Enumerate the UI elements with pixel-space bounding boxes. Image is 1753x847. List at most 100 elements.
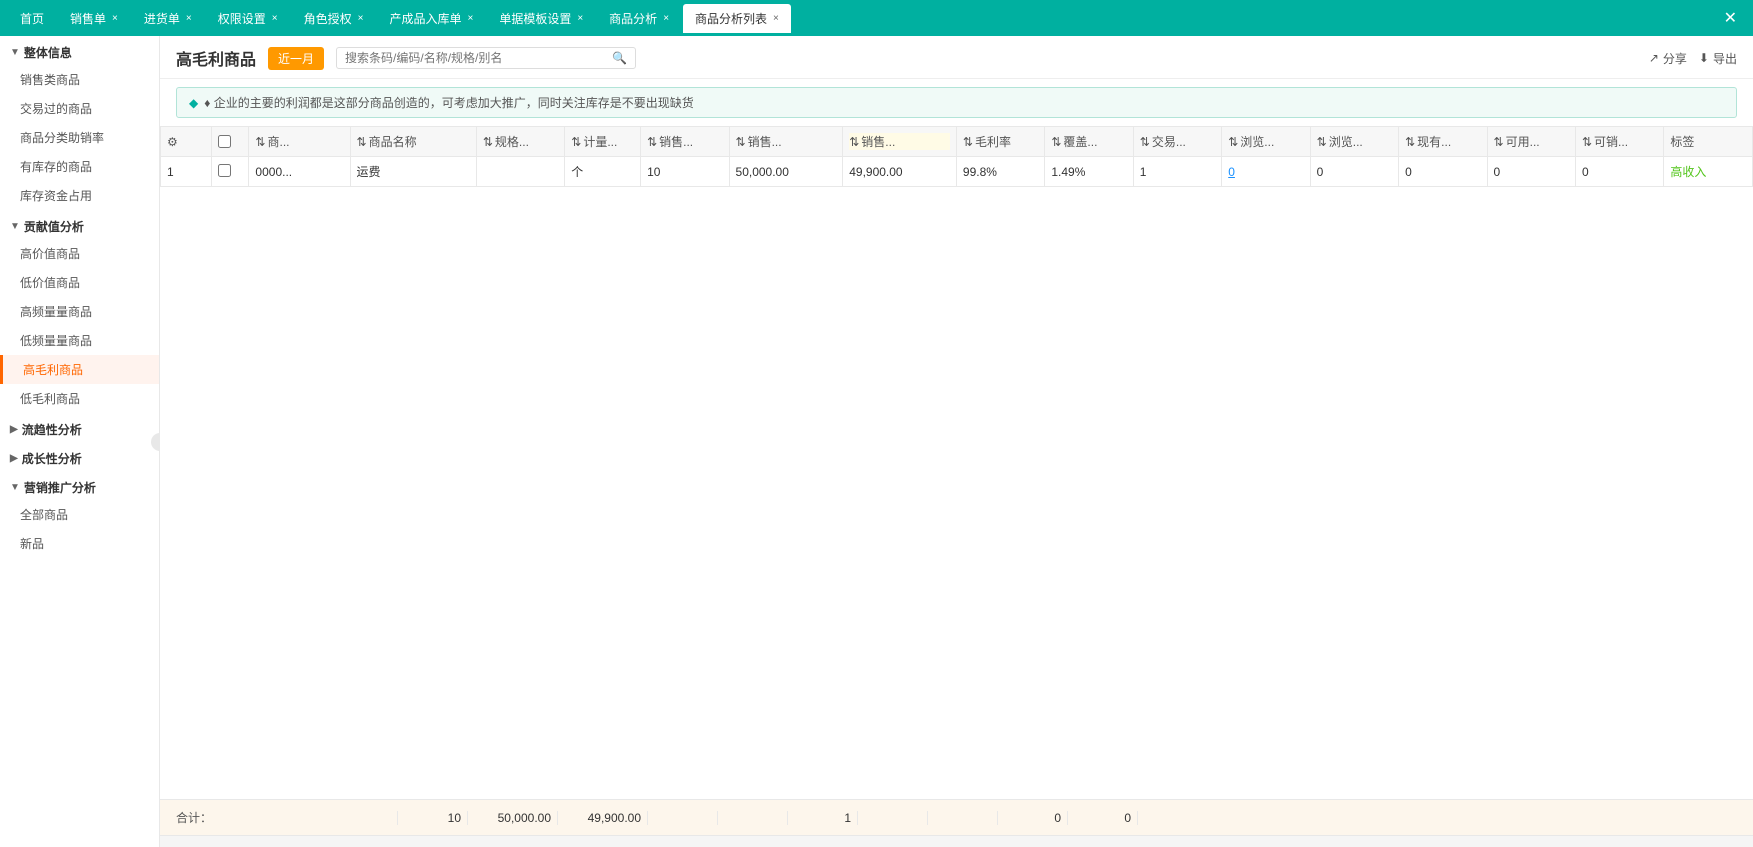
tab-sales-order[interactable]: 销售单 × xyxy=(58,4,130,33)
col-saleable-stock[interactable]: ⇅ 可销... xyxy=(1575,127,1663,157)
close-sales-order[interactable]: × xyxy=(112,13,118,24)
cell-tag: 高收入 xyxy=(1664,157,1753,187)
tab-product-analysis[interactable]: 商品分析 × xyxy=(597,4,681,33)
footer-spacer xyxy=(228,811,398,825)
cell-sales-qty: 10 xyxy=(641,157,729,187)
cell-goods-code: 0000... xyxy=(249,157,350,187)
sidebar-item-inventory-goods[interactable]: 有库存的商品 xyxy=(0,152,159,181)
col-sales-cost[interactable]: ⇅ 销售... xyxy=(843,127,957,157)
close-product-analysis-list[interactable]: × xyxy=(773,13,779,24)
browse1-link[interactable]: 0 xyxy=(1228,165,1235,179)
tab-purchase-order[interactable]: 进货单 × xyxy=(132,4,204,33)
table-header-row: ⚙ ⇅ 商... xyxy=(161,127,1753,157)
cell-index: 1 xyxy=(161,157,212,187)
col-browse1[interactable]: ⇅ 浏览... xyxy=(1222,127,1310,157)
sort-icon: ⇅ xyxy=(1494,135,1504,149)
header-actions: ↗ 分享 ⬇ 导出 xyxy=(1649,50,1737,67)
footer-cells: 10 50,000.00 49,900.00 1 0 0 xyxy=(228,811,1737,825)
info-text: ♦ 企业的主要的利润都是这部分商品创造的，可考虑加大推广，同时关注库存是不要出现… xyxy=(204,94,693,111)
footer-transactions: 1 xyxy=(788,811,858,825)
footer-sales-amount: 50,000.00 xyxy=(468,811,558,825)
close-permission-setup[interactable]: × xyxy=(272,13,278,24)
sidebar-group-marketing[interactable]: ▼ 营销推广分析 xyxy=(0,471,159,500)
app-close-btn[interactable]: ✕ xyxy=(1716,8,1745,28)
col-index: ⚙ xyxy=(161,127,212,157)
close-role-auth[interactable]: × xyxy=(358,13,364,24)
col-goods-name[interactable]: ⇅ 商品名称 xyxy=(350,127,476,157)
search-wrap: 🔍 xyxy=(336,47,636,69)
sidebar-item-high-value[interactable]: 高价值商品 xyxy=(0,239,159,268)
sidebar-item-low-margin[interactable]: 低毛利商品 xyxy=(0,384,159,413)
footer-browse1-spacer xyxy=(858,811,928,825)
close-purchase-order[interactable]: × xyxy=(186,13,192,24)
col-unit[interactable]: ⇅ 计量... xyxy=(565,127,641,157)
sort-icon: ⇅ xyxy=(647,135,657,149)
tab-product-analysis-list[interactable]: 商品分析列表 × xyxy=(683,4,791,33)
expand-arrow-overall: ▼ xyxy=(10,47,20,58)
sidebar: 《 ▼ 整体信息 销售类商品 交易过的商品 商品分类助销率 有库存的商品 库存资… xyxy=(0,36,160,847)
export-btn[interactable]: ⬇ 导出 xyxy=(1699,50,1737,67)
settings-icon[interactable]: ⚙ xyxy=(167,135,178,149)
sort-icon: ⇅ xyxy=(963,135,973,149)
main-layout: 《 ▼ 整体信息 销售类商品 交易过的商品 商品分类助销率 有库存的商品 库存资… xyxy=(0,36,1753,847)
col-margin-rate[interactable]: ⇅ 毛利率 xyxy=(956,127,1044,157)
sidebar-item-new-goods[interactable]: 新品 xyxy=(0,529,159,558)
footer-coverage-spacer xyxy=(718,811,788,825)
horizontal-scrollbar[interactable] xyxy=(160,835,1753,847)
close-product-analysis[interactable]: × xyxy=(663,13,669,24)
sidebar-group-growth-analysis[interactable]: ▶ 成长性分析 xyxy=(0,442,159,471)
filter-recent-month-btn[interactable]: 近一月 xyxy=(268,47,324,70)
col-sales-amount[interactable]: ⇅ 销售... xyxy=(729,127,843,157)
cell-sales-cost: 49,900.00 xyxy=(843,157,957,187)
search-input[interactable] xyxy=(345,51,608,65)
cell-coverage: 1.49% xyxy=(1045,157,1133,187)
col-available-stock[interactable]: ⇅ 可用... xyxy=(1487,127,1575,157)
info-icon: ◆ xyxy=(189,96,198,110)
sidebar-group-profit-analysis[interactable]: ▼ 贡献值分析 xyxy=(0,210,159,239)
cell-available-stock: 0 xyxy=(1487,157,1575,187)
footer-browse2-spacer xyxy=(928,811,998,825)
footer-bar: 合计： 10 50,000.00 49,900.00 1 0 0 xyxy=(160,799,1753,835)
sidebar-item-all-goods[interactable]: 全部商品 xyxy=(0,500,159,529)
close-product-entry[interactable]: × xyxy=(467,13,473,24)
content-area: 高毛利商品 近一月 🔍 ↗ 分享 ⬇ 导出 ◆ ♦ 企业的主要的利润都是这部分商… xyxy=(160,36,1753,847)
col-browse2[interactable]: ⇅ 浏览... xyxy=(1310,127,1398,157)
footer-margin-rate-spacer xyxy=(648,811,718,825)
sidebar-item-low-value[interactable]: 低价值商品 xyxy=(0,268,159,297)
sidebar-item-low-freq[interactable]: 低频量量商品 xyxy=(0,326,159,355)
share-btn[interactable]: ↗ 分享 xyxy=(1649,50,1687,67)
expand-arrow-growth: ▶ xyxy=(10,453,18,464)
sort-icon: ⇅ xyxy=(1582,135,1592,149)
sidebar-group-trend-analysis[interactable]: ▶ 流趋性分析 xyxy=(0,413,159,442)
tab-product-entry[interactable]: 产成品入库单 × xyxy=(377,4,485,33)
sidebar-item-high-freq[interactable]: 高频量量商品 xyxy=(0,297,159,326)
sidebar-item-high-margin[interactable]: 高毛利商品 xyxy=(0,355,159,384)
tab-permission-setup[interactable]: 权限设置 × xyxy=(206,4,290,33)
col-current-stock[interactable]: ⇅ 现有... xyxy=(1399,127,1487,157)
sidebar-item-inventory-capital[interactable]: 库存资金占用 xyxy=(0,181,159,210)
sidebar-group-overall-info[interactable]: ▼ 整体信息 xyxy=(0,36,159,65)
row-checkbox[interactable] xyxy=(218,164,231,177)
sort-icon: ⇅ xyxy=(1405,135,1415,149)
search-icon[interactable]: 🔍 xyxy=(612,51,627,65)
content-header: 高毛利商品 近一月 🔍 ↗ 分享 ⬇ 导出 xyxy=(160,36,1753,79)
expand-arrow-marketing: ▼ xyxy=(10,482,20,493)
tab-role-auth[interactable]: 角色授权 × xyxy=(292,4,376,33)
select-all-checkbox[interactable] xyxy=(218,135,231,148)
tab-doc-template[interactable]: 单据模板设置 × xyxy=(487,4,595,33)
tag-label: 高收入 xyxy=(1670,165,1706,179)
share-icon: ↗ xyxy=(1649,51,1659,65)
col-goods-code[interactable]: ⇅ 商... xyxy=(249,127,350,157)
col-spec[interactable]: ⇅ 规格... xyxy=(476,127,564,157)
col-coverage[interactable]: ⇅ 覆盖... xyxy=(1045,127,1133,157)
tab-home[interactable]: 首页 xyxy=(8,4,56,33)
col-transactions[interactable]: ⇅ 交易... xyxy=(1133,127,1221,157)
sidebar-item-goods-contribution[interactable]: 商品分类助销率 xyxy=(0,123,159,152)
sidebar-item-traded-goods[interactable]: 交易过的商品 xyxy=(0,94,159,123)
sort-icon: ⇅ xyxy=(483,135,493,149)
col-sales-qty[interactable]: ⇅ 销售... xyxy=(641,127,729,157)
footer-sales-qty: 10 xyxy=(398,811,468,825)
sidebar-item-sales-goods[interactable]: 销售类商品 xyxy=(0,65,159,94)
close-doc-template[interactable]: × xyxy=(577,13,583,24)
col-tag[interactable]: 标签 xyxy=(1664,127,1753,157)
